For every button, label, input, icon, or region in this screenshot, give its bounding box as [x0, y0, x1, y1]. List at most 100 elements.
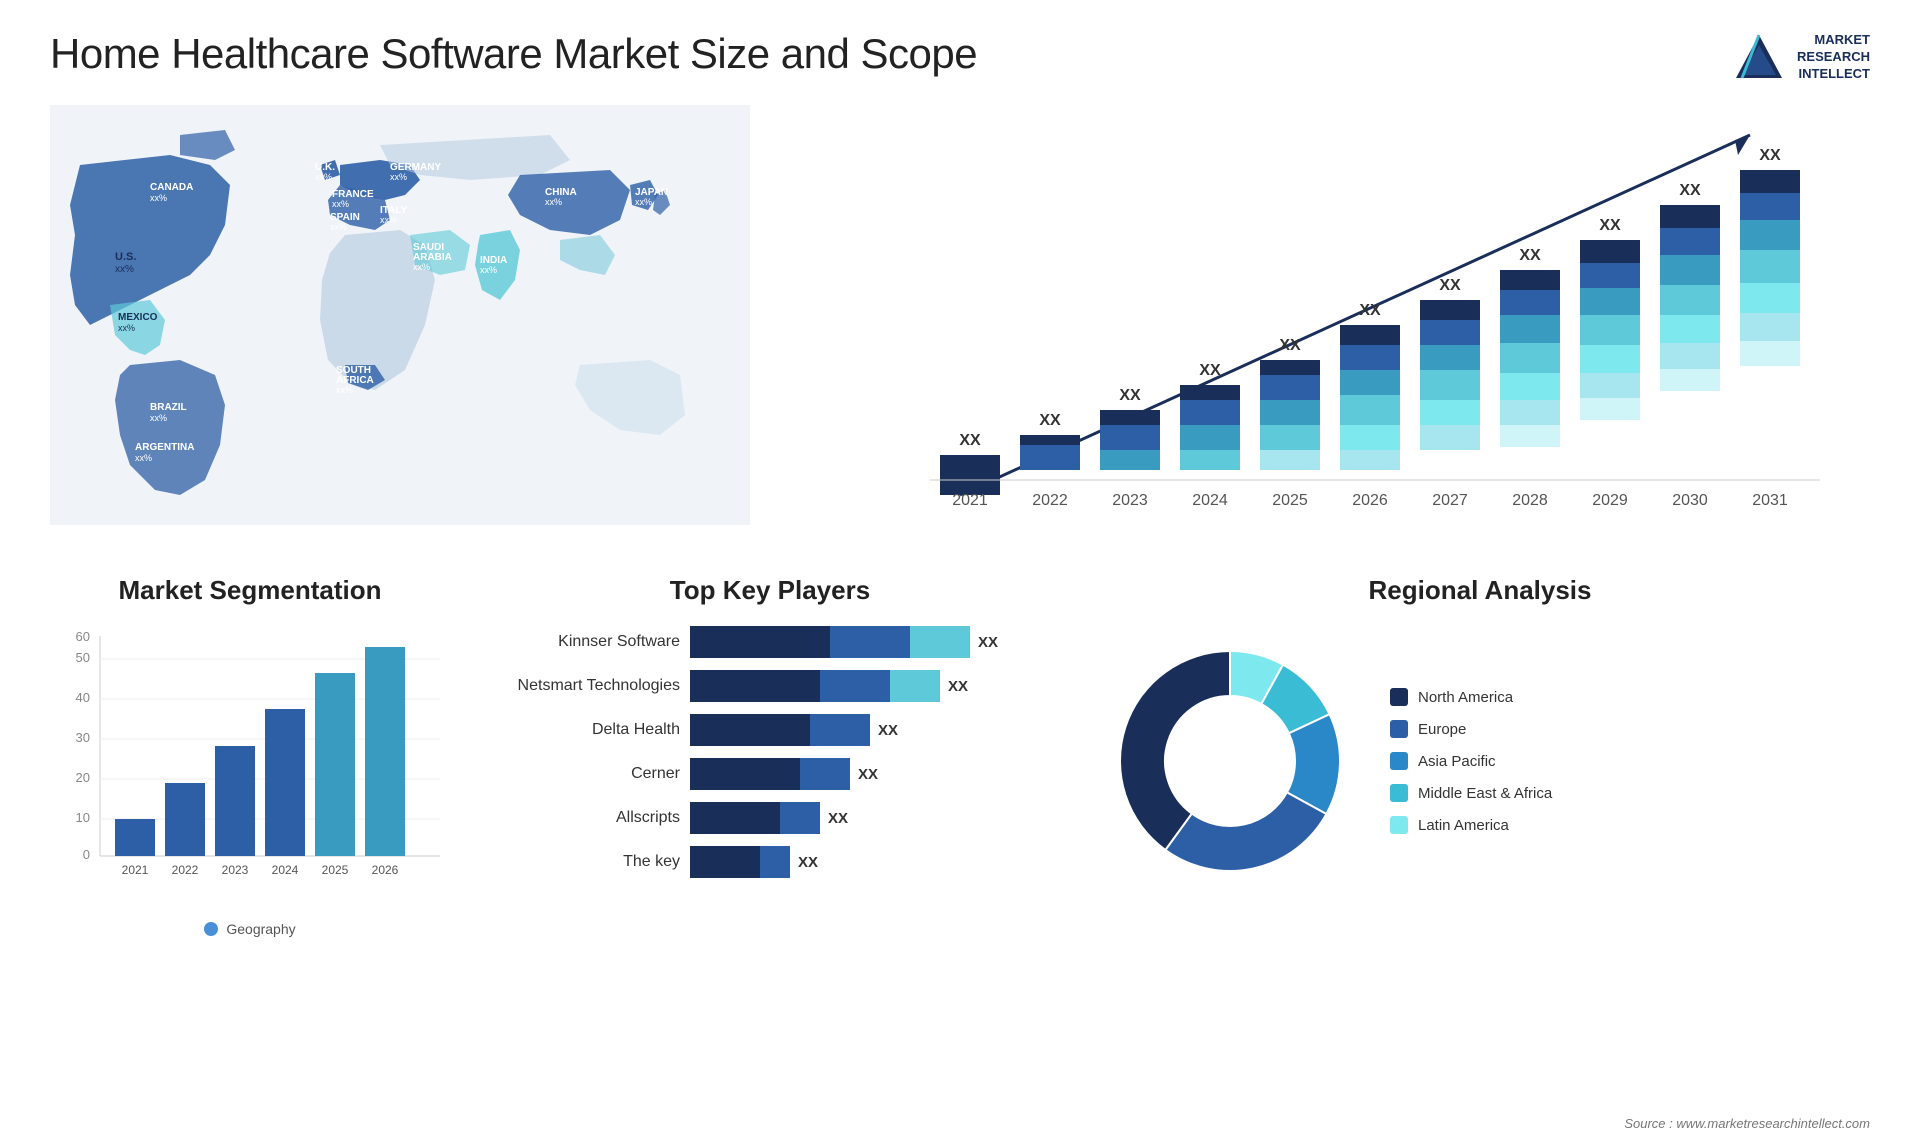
svg-text:2021: 2021 [122, 863, 149, 877]
svg-text:10: 10 [76, 810, 90, 825]
svg-text:2024: 2024 [272, 863, 299, 877]
legend-item: North America [1390, 688, 1552, 706]
svg-text:xx%: xx% [635, 197, 652, 207]
svg-text:xx%: xx% [315, 172, 332, 182]
legend-color [1390, 752, 1408, 770]
player-bar [690, 714, 870, 746]
regional-content: North AmericaEuropeAsia PacificMiddle Ea… [1090, 621, 1870, 901]
player-bar [690, 670, 940, 702]
svg-text:ARGENTINA: ARGENTINA [135, 442, 194, 453]
svg-text:2026: 2026 [1352, 492, 1388, 509]
page-title: Home Healthcare Software Market Size and… [50, 30, 977, 78]
top-players-panel: Top Key Players Kinnser SoftwareXXNetsma… [490, 575, 1050, 955]
svg-text:2025: 2025 [1272, 492, 1308, 509]
player-bar-container: XX [690, 670, 1050, 702]
svg-text:xx%: xx% [150, 193, 167, 203]
bar-chart-container: XX XX XX XX [790, 105, 1870, 545]
svg-text:xx%: xx% [390, 172, 407, 182]
player-value: XX [878, 722, 898, 739]
top-section: U.S. xx% CANADA xx% MEXICO xx% BRAZIL xx… [50, 105, 1870, 545]
svg-text:XX: XX [1199, 362, 1221, 379]
svg-text:30: 30 [76, 730, 90, 745]
svg-text:2025: 2025 [322, 863, 349, 877]
player-bar-container: XX [690, 626, 1050, 658]
header: Home Healthcare Software Market Size and… [50, 30, 1870, 85]
player-row: Kinnser Software XX [490, 626, 1050, 658]
legend-item: Middle East & Africa [1390, 784, 1552, 802]
svg-text:xx%: xx% [336, 385, 353, 395]
svg-text:xx%: xx% [380, 215, 397, 225]
svg-text:MEXICO: MEXICO [118, 312, 158, 323]
svg-text:xx%: xx% [480, 265, 497, 275]
svg-text:XX: XX [1599, 217, 1621, 234]
legend-label: Middle East & Africa [1418, 785, 1552, 802]
page-container: Home Healthcare Software Market Size and… [0, 0, 1920, 1146]
segmentation-panel: Market Segmentation 0 10 20 30 40 50 60 [50, 575, 450, 955]
seg-legend: Geography [50, 921, 450, 937]
player-name: The key [490, 853, 680, 871]
svg-text:xx%: xx% [135, 453, 152, 463]
svg-text:xx%: xx% [545, 197, 562, 207]
player-bar-container: XX [690, 802, 1050, 834]
svg-text:U.S.: U.S. [115, 251, 136, 263]
svg-text:2026: 2026 [372, 863, 399, 877]
bottom-section: Market Segmentation 0 10 20 30 40 50 60 [50, 575, 1870, 955]
player-row: Netsmart Technologies XX [490, 670, 1050, 702]
svg-text:2029: 2029 [1592, 492, 1628, 509]
svg-text:2024: 2024 [1192, 492, 1228, 509]
svg-text:XX: XX [1439, 277, 1461, 294]
svg-text:60: 60 [76, 629, 90, 644]
svg-text:XX: XX [1679, 182, 1701, 199]
svg-text:2022: 2022 [172, 863, 199, 877]
map-container: U.S. xx% CANADA xx% MEXICO xx% BRAZIL xx… [50, 105, 750, 545]
svg-text:2031: 2031 [1752, 492, 1788, 509]
svg-text:xx%: xx% [413, 262, 430, 272]
seg-legend-text: Geography [226, 921, 295, 937]
player-bar-container: XX [690, 846, 1050, 878]
player-bar-container: XX [690, 714, 1050, 746]
donut-chart [1090, 621, 1370, 901]
svg-text:xx%: xx% [332, 199, 349, 209]
player-row: Allscripts XX [490, 802, 1050, 834]
player-name: Kinnser Software [490, 633, 680, 651]
legend-item: Latin America [1390, 816, 1552, 834]
regional-panel: Regional Analysis North AmericaEuropeAsi… [1090, 575, 1870, 955]
legend-label: North America [1418, 689, 1513, 706]
svg-text:xx%: xx% [150, 413, 167, 423]
logo-text: MARKET RESEARCH INTELLECT [1797, 32, 1870, 83]
growth-bar-chart: XX XX XX XX [790, 105, 1870, 535]
legend-color [1390, 784, 1408, 802]
legend-list: North AmericaEuropeAsia PacificMiddle Ea… [1390, 688, 1552, 834]
player-bar [690, 626, 970, 658]
logo-icon [1732, 30, 1787, 85]
player-row: CernerXX [490, 758, 1050, 790]
player-bar [690, 758, 850, 790]
player-name: Netsmart Technologies [490, 677, 680, 695]
svg-text:xx%: xx% [330, 222, 347, 232]
svg-text:2023: 2023 [1112, 492, 1148, 509]
svg-text:40: 40 [76, 690, 90, 705]
player-bar-container: XX [690, 758, 1050, 790]
logo-container: MARKET RESEARCH INTELLECT [1732, 30, 1870, 85]
player-name: Allscripts [490, 809, 680, 827]
source-text: Source : www.marketresearchintellect.com [1624, 1116, 1870, 1131]
legend-item: Asia Pacific [1390, 752, 1552, 770]
svg-text:2028: 2028 [1512, 492, 1548, 509]
legend-color [1390, 720, 1408, 738]
player-bar [690, 846, 790, 878]
world-map: U.S. xx% CANADA xx% MEXICO xx% BRAZIL xx… [50, 105, 750, 525]
svg-text:XX: XX [1759, 147, 1781, 164]
top-players-title: Top Key Players [490, 575, 1050, 606]
player-row: Delta HealthXX [490, 714, 1050, 746]
players-list: Kinnser Software XX Netsmart Technologies X… [490, 621, 1050, 878]
svg-text:XX: XX [1279, 337, 1301, 354]
svg-text:XX: XX [1359, 302, 1381, 319]
svg-text:20: 20 [76, 770, 90, 785]
player-bar [690, 802, 820, 834]
svg-text:CANADA: CANADA [150, 182, 193, 193]
legend-label: Asia Pacific [1418, 753, 1496, 770]
legend-label: Latin America [1418, 817, 1509, 834]
player-value: XX [978, 634, 998, 651]
svg-text:xx%: xx% [118, 323, 135, 333]
svg-text:2023: 2023 [222, 863, 249, 877]
